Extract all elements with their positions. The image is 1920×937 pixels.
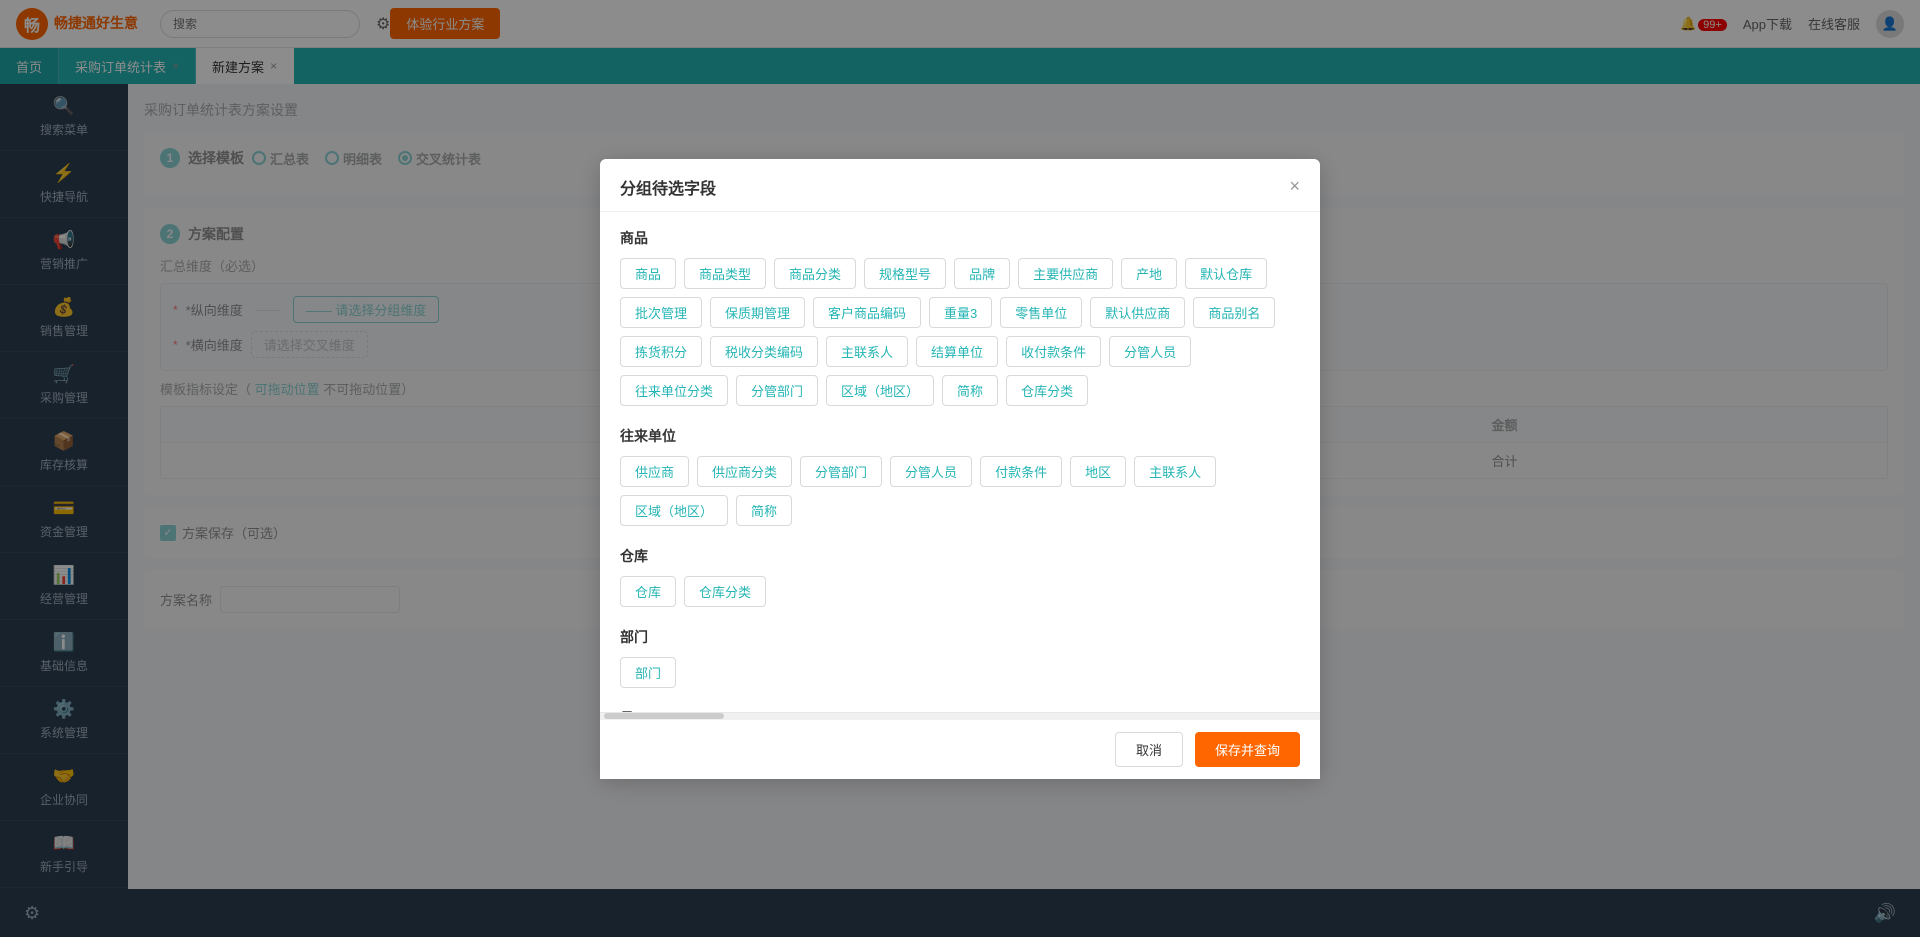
modal-title: 分组待选字段 [620, 175, 716, 199]
modal-footer: 取消 保存并查询 [600, 719, 1320, 779]
modal-close-btn[interactable]: × [1289, 176, 1300, 197]
chip-product-18[interactable]: 结算单位 [916, 336, 998, 367]
chip-product-13[interactable]: 默认供应商 [1090, 297, 1185, 328]
chip-product-8[interactable]: 批次管理 [620, 297, 702, 328]
field-group-partner: 往来单位 供应商 供应商分类 分管部门 分管人员 付款条件 地区 主联系人 区域… [620, 426, 1300, 526]
field-chips-warehouse: 仓库 仓库分类 [620, 576, 1300, 607]
chip-product-25[interactable]: 仓库分类 [1006, 375, 1088, 406]
chip-product-21[interactable]: 往来单位分类 [620, 375, 728, 406]
chip-partner-8[interactable]: 简称 [736, 495, 792, 526]
chip-product-3[interactable]: 规格型号 [864, 258, 946, 289]
field-group-warehouse: 仓库 仓库 仓库分类 [620, 546, 1300, 607]
chip-warehouse-1[interactable]: 仓库分类 [684, 576, 766, 607]
modal-confirm-btn[interactable]: 保存并查询 [1195, 732, 1300, 767]
chip-product-14[interactable]: 商品别名 [1193, 297, 1275, 328]
modal-hscrollbar[interactable] [600, 712, 1320, 719]
modal-overlay: 分组待选字段 × 商品 商品 商品类型 商品分类 规格型号 品牌 主要供应商 产… [0, 0, 1920, 937]
chip-product-22[interactable]: 分管部门 [736, 375, 818, 406]
chip-product-10[interactable]: 客户商品编码 [813, 297, 921, 328]
chip-partner-7[interactable]: 区域（地区） [620, 495, 728, 526]
modal-header: 分组待选字段 × [600, 159, 1320, 212]
chip-product-24[interactable]: 简称 [942, 375, 998, 406]
chip-warehouse-0[interactable]: 仓库 [620, 576, 676, 607]
field-chips-product: 商品 商品类型 商品分类 规格型号 品牌 主要供应商 产地 默认仓库 批次管理 … [620, 258, 1300, 406]
modal-cancel-btn[interactable]: 取消 [1115, 732, 1183, 767]
field-group-partner-title: 往来单位 [620, 426, 1300, 446]
field-chips-partner: 供应商 供应商分类 分管部门 分管人员 付款条件 地区 主联系人 区域（地区） … [620, 456, 1300, 526]
chip-product-11[interactable]: 重量3 [929, 297, 992, 328]
field-group-warehouse-title: 仓库 [620, 546, 1300, 566]
chip-partner-3[interactable]: 分管人员 [890, 456, 972, 487]
field-group-product: 商品 商品 商品类型 商品分类 规格型号 品牌 主要供应商 产地 默认仓库 批次… [620, 228, 1300, 406]
field-group-department: 部门 部门 [620, 627, 1300, 688]
chip-product-2[interactable]: 商品分类 [774, 258, 856, 289]
chip-product-20[interactable]: 分管人员 [1109, 336, 1191, 367]
field-group-department-title: 部门 [620, 627, 1300, 647]
chip-product-12[interactable]: 零售单位 [1000, 297, 1082, 328]
chip-partner-0[interactable]: 供应商 [620, 456, 689, 487]
chip-product-17[interactable]: 主联系人 [826, 336, 908, 367]
chip-department-0[interactable]: 部门 [620, 657, 676, 688]
chip-product-16[interactable]: 税收分类编码 [710, 336, 818, 367]
chip-product-9[interactable]: 保质期管理 [710, 297, 805, 328]
chip-product-1[interactable]: 商品类型 [684, 258, 766, 289]
chip-partner-5[interactable]: 地区 [1070, 456, 1126, 487]
chip-partner-1[interactable]: 供应商分类 [697, 456, 792, 487]
chip-product-19[interactable]: 收付款条件 [1006, 336, 1101, 367]
chip-product-5[interactable]: 主要供应商 [1018, 258, 1113, 289]
chip-product-4[interactable]: 品牌 [954, 258, 1010, 289]
chip-product-7[interactable]: 默认仓库 [1185, 258, 1267, 289]
chip-product-23[interactable]: 区域（地区） [826, 375, 934, 406]
chip-product-6[interactable]: 产地 [1121, 258, 1177, 289]
field-group-product-title: 商品 [620, 228, 1300, 248]
field-select-modal: 分组待选字段 × 商品 商品 商品类型 商品分类 规格型号 品牌 主要供应商 产… [600, 159, 1320, 779]
chip-product-0[interactable]: 商品 [620, 258, 676, 289]
chip-partner-6[interactable]: 主联系人 [1134, 456, 1216, 487]
field-chips-department: 部门 [620, 657, 1300, 688]
chip-partner-4[interactable]: 付款条件 [980, 456, 1062, 487]
modal-body: 商品 商品 商品类型 商品分类 规格型号 品牌 主要供应商 产地 默认仓库 批次… [600, 212, 1320, 712]
chip-product-15[interactable]: 拣货积分 [620, 336, 702, 367]
chip-partner-2[interactable]: 分管部门 [800, 456, 882, 487]
